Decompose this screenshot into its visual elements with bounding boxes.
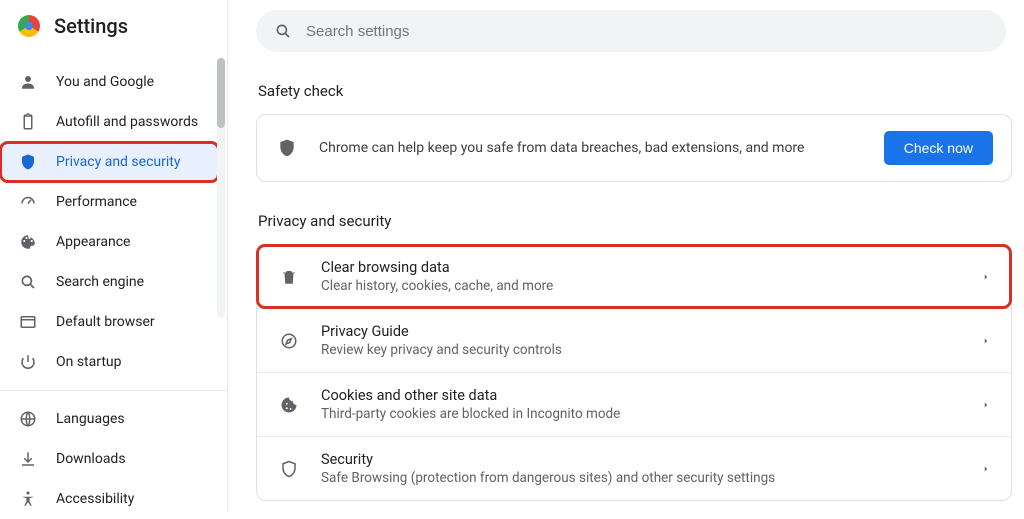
person-icon — [18, 73, 38, 91]
sidebar-item-label: Downloads — [56, 451, 126, 467]
row-subtitle: Safe Browsing (protection from dangerous… — [321, 470, 961, 486]
search-input[interactable] — [306, 23, 988, 40]
sidebar-scrollbar[interactable] — [217, 58, 225, 318]
chevron-right-icon — [981, 400, 991, 410]
chevron-right-icon — [981, 272, 991, 282]
sidebar-item-on-startup[interactable]: On startup — [0, 342, 219, 382]
clipboard-icon — [18, 113, 38, 131]
speedometer-icon — [18, 193, 38, 211]
row-subtitle: Review key privacy and security controls — [321, 342, 961, 358]
row-title: Security — [321, 451, 961, 468]
sidebar-item-you-and-google[interactable]: You and Google — [0, 62, 219, 102]
scrollbar-thumb[interactable] — [217, 58, 225, 128]
globe-icon — [18, 410, 38, 428]
main-content: Safety check Chrome can help keep you sa… — [228, 0, 1024, 512]
chrome-logo-icon — [18, 15, 40, 37]
shield-outline-icon — [277, 460, 301, 478]
sidebar-item-search-engine[interactable]: Search engine — [0, 262, 219, 302]
compass-icon — [277, 332, 301, 350]
sidebar-item-label: Appearance — [56, 234, 130, 250]
row-clear-browsing-data[interactable]: Clear browsing data Clear history, cooki… — [257, 245, 1011, 308]
sidebar-item-label: Accessibility — [56, 491, 134, 507]
row-privacy-guide[interactable]: Privacy Guide Review key privacy and sec… — [257, 308, 1011, 372]
row-security[interactable]: Security Safe Browsing (protection from … — [257, 436, 1011, 500]
row-subtitle: Third-party cookies are blocked in Incog… — [321, 406, 961, 422]
shield-icon — [18, 153, 38, 171]
sidebar-item-accessibility[interactable]: Accessibility — [0, 479, 219, 519]
sidebar-item-label: Autofill and passwords — [56, 114, 198, 130]
safety-check-text: Chrome can help keep you safe from data … — [319, 140, 864, 156]
sidebar-item-downloads[interactable]: Downloads — [0, 439, 219, 479]
cookie-icon — [277, 396, 301, 414]
trash-icon — [277, 268, 301, 286]
privacy-card: Clear browsing data Clear history, cooki… — [256, 244, 1012, 501]
sidebar-item-performance[interactable]: Performance — [0, 182, 219, 222]
safety-check-heading: Safety check — [258, 82, 1012, 100]
row-subtitle: Clear history, cookies, cache, and more — [321, 278, 961, 294]
sidebar-item-label: Languages — [56, 411, 125, 427]
page-title: Settings — [54, 14, 128, 38]
row-title: Cookies and other site data — [321, 387, 961, 404]
palette-icon — [18, 233, 38, 251]
shield-icon — [275, 138, 299, 158]
sidebar-item-autofill[interactable]: Autofill and passwords — [0, 102, 219, 142]
search-icon — [18, 273, 38, 291]
sidebar-divider — [0, 390, 227, 391]
sidebar-item-label: Performance — [56, 194, 137, 210]
sidebar-item-label: On startup — [56, 354, 122, 370]
sidebar-nav: You and Google Autofill and passwords Pr… — [0, 52, 227, 519]
row-title: Clear browsing data — [321, 259, 961, 276]
chevron-right-icon — [981, 464, 991, 474]
sidebar: Settings You and Google Autofill and pas… — [0, 0, 228, 512]
privacy-heading: Privacy and security — [258, 212, 1012, 230]
download-icon — [18, 450, 38, 468]
sidebar-item-languages[interactable]: Languages — [0, 399, 219, 439]
search-icon — [274, 22, 292, 40]
sidebar-item-appearance[interactable]: Appearance — [0, 222, 219, 262]
sidebar-item-label: Search engine — [56, 274, 144, 290]
search-bar[interactable] — [256, 10, 1006, 52]
sidebar-item-label: Default browser — [56, 314, 155, 330]
accessibility-icon — [18, 490, 38, 508]
power-icon — [18, 353, 38, 371]
sidebar-header: Settings — [0, 0, 227, 52]
sidebar-item-default-browser[interactable]: Default browser — [0, 302, 219, 342]
window-icon — [18, 313, 38, 331]
sidebar-item-label: You and Google — [56, 74, 154, 90]
safety-check-card: Chrome can help keep you safe from data … — [256, 114, 1012, 182]
sidebar-item-label: Privacy and security — [56, 154, 180, 170]
row-title: Privacy Guide — [321, 323, 961, 340]
row-cookies[interactable]: Cookies and other site data Third-party … — [257, 372, 1011, 436]
sidebar-item-privacy-security[interactable]: Privacy and security — [0, 142, 219, 182]
chevron-right-icon — [981, 336, 991, 346]
check-now-button[interactable]: Check now — [884, 131, 993, 165]
